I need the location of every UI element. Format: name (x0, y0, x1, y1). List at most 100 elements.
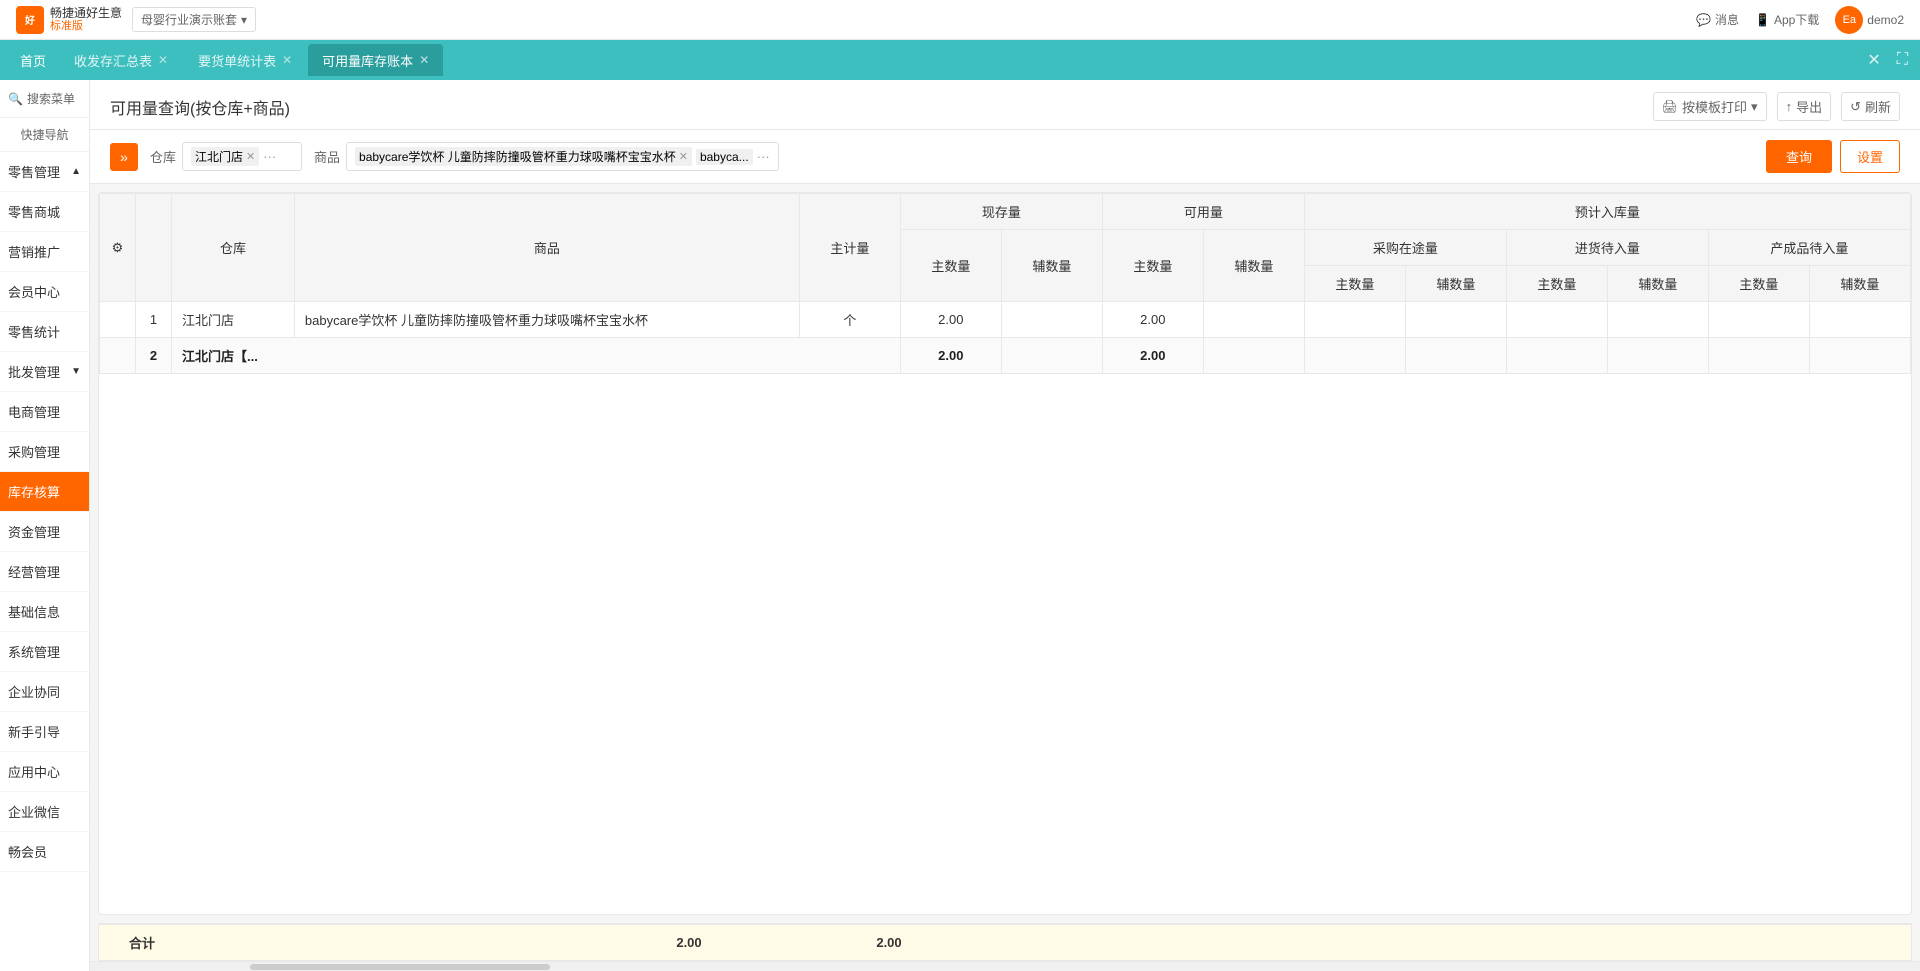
warehouse-filter: 仓库 江北门店 ✕ ··· (150, 142, 302, 171)
avatar: Ea (1835, 6, 1863, 34)
td-gear (100, 302, 136, 338)
th-unit: 主计量 (799, 194, 900, 302)
th-stock: 现存量 (900, 194, 1102, 230)
th-stock-aux: 辅数量 (1001, 230, 1102, 302)
logo-text: 畅捷通好生意 标准版 (50, 6, 122, 34)
group-td-avail-main: 2.00 (1102, 338, 1203, 374)
group-td-no: 2 (136, 338, 172, 374)
group-td-incoming-main (1506, 338, 1607, 374)
tab-close-icon[interactable]: ✕ (419, 53, 429, 67)
chevron-down-icon: ▾ (1751, 99, 1758, 115)
th-incoming: 进货待入量 (1506, 230, 1708, 266)
product-tag-close-1[interactable]: ✕ (679, 150, 688, 163)
export-button[interactable]: ↑ 导出 (1777, 92, 1832, 121)
sidebar-item-retail-store[interactable]: 零售商城 (0, 192, 89, 232)
th-incoming-aux: 辅数量 (1607, 266, 1708, 302)
th-stock-main: 主数量 (900, 230, 1001, 302)
tab-close-icon[interactable]: ✕ (158, 53, 168, 67)
gear-icon[interactable]: ⚙ (112, 240, 124, 255)
user-profile[interactable]: Ea demo2 (1835, 6, 1904, 34)
group-row: 2 江北门店【... 2.00 2.00 (100, 338, 1911, 374)
message-button[interactable]: 💬 消息 (1696, 11, 1739, 28)
app-download-button[interactable]: 📱 App下载 (1755, 11, 1819, 28)
th-purchase: 采购在途量 (1304, 230, 1506, 266)
sidebar-item-app-center[interactable]: 应用中心 (0, 752, 89, 792)
th-production-aux: 辅数量 (1809, 266, 1910, 302)
sidebar-item-enterprise[interactable]: 企业协同 (0, 672, 89, 712)
tab-receive-pay[interactable]: 收发存汇总表 ✕ (60, 44, 182, 76)
th-production-main: 主数量 (1708, 266, 1809, 302)
refresh-icon: ↺ (1850, 99, 1861, 115)
search-menu[interactable]: 🔍 搜索菜单 (0, 80, 89, 118)
print-button[interactable]: 🖨 按模板打印 ▾ (1653, 92, 1767, 121)
table-footer: 合计 2.00 2.00 (98, 923, 1912, 961)
product-filter: 商品 babycare学饮杯 儿童防摔防撞吸管杯重力球吸嘴杯宝宝水杯 ✕ bab… (314, 142, 779, 171)
data-table-wrap: ⚙ 仓库 商品 主计量 现存量 可用量 预计入库量 主数量 辅数量 主数量 (98, 192, 1912, 915)
sidebar-item-inventory[interactable]: 库存核算 (0, 472, 89, 512)
warehouse-tag-close[interactable]: ✕ (246, 150, 255, 163)
sidebar-item-newbie[interactable]: 新手引导 (0, 712, 89, 752)
td-incoming-aux (1607, 302, 1708, 338)
sidebar-item-basic-info[interactable]: 基础信息 (0, 592, 89, 632)
tab-home[interactable]: 首页 (8, 44, 58, 76)
th-no (136, 194, 172, 302)
query-button[interactable]: 查询 (1766, 140, 1832, 173)
product-input[interactable]: babycare学饮杯 儿童防摔防撞吸管杯重力球吸嘴杯宝宝水杯 ✕ babyca… (346, 142, 779, 171)
sidebar-item-ecommerce[interactable]: 电商管理 (0, 392, 89, 432)
td-incoming-main (1506, 302, 1607, 338)
warehouse-input[interactable]: 江北门店 ✕ ··· (182, 142, 302, 171)
th-avail-main: 主数量 (1102, 230, 1203, 302)
sidebar-item-vip[interactable]: 畅会员 (0, 832, 89, 872)
sidebar-item-retail-mgmt[interactable]: 零售管理 (0, 152, 89, 192)
group-td-purchase-aux (1405, 338, 1506, 374)
top-bar-right: 💬 消息 📱 App下载 Ea demo2 (1696, 6, 1904, 34)
message-icon: 💬 (1696, 13, 1711, 27)
page-actions: 🖨 按模板打印 ▾ ↑ 导出 ↺ 刷新 (1653, 92, 1901, 121)
sidebar-item-retail-stats[interactable]: 零售统计 (0, 312, 89, 352)
refresh-button[interactable]: ↺ 刷新 (1841, 92, 1900, 121)
th-avail-aux: 辅数量 (1203, 230, 1304, 302)
th-purchase-main: 主数量 (1304, 266, 1405, 302)
group-td-avail-aux (1203, 338, 1304, 374)
tab-available-ledger[interactable]: 可用量库存账本 ✕ (308, 44, 443, 76)
table-row: 1 江北门店 babycare学饮杯 儿童防摔防撞吸管杯重力球吸嘴杯宝宝水杯 个… (100, 302, 1911, 338)
tab-requisition[interactable]: 要货单统计表 ✕ (184, 44, 306, 76)
tab-bar-actions: ✕ ⛶ (1863, 46, 1912, 74)
footer-label: 合计 (119, 933, 279, 952)
scrollbar-thumb[interactable] (250, 964, 550, 970)
td-stock-aux (1001, 302, 1102, 338)
group-td-stock-aux (1001, 338, 1102, 374)
td-stock-main: 2.00 (900, 302, 1001, 338)
settings-button[interactable]: 设置 (1840, 140, 1900, 173)
sidebar-item-wholesale[interactable]: 批发管理 (0, 352, 89, 392)
sidebar-item-finance[interactable]: 资金管理 (0, 512, 89, 552)
quick-nav[interactable]: 快捷导航 (0, 118, 89, 152)
industry-select[interactable]: 母婴行业演示账套 ▾ (132, 7, 256, 32)
sidebar-item-system[interactable]: 系统管理 (0, 632, 89, 672)
horizontal-scrollbar[interactable] (90, 961, 1920, 971)
filter-toggle-button[interactable]: » (110, 143, 138, 171)
group-td-production-main (1708, 338, 1809, 374)
close-window-button[interactable]: ✕ (1863, 46, 1884, 74)
td-product: babycare学饮杯 儿童防摔防撞吸管杯重力球吸嘴杯宝宝水杯 (294, 302, 799, 338)
sidebar-item-wechat-biz[interactable]: 企业微信 (0, 792, 89, 832)
group-td-production-aux (1809, 338, 1910, 374)
td-no: 1 (136, 302, 172, 338)
product-tag-2: babyca... (696, 149, 753, 165)
td-purchase-main (1304, 302, 1405, 338)
sidebar-item-purchase[interactable]: 采购管理 (0, 432, 89, 472)
maximize-button[interactable]: ⛶ (1893, 47, 1912, 73)
product-tag-1: babycare学饮杯 儿童防摔防撞吸管杯重力球吸嘴杯宝宝水杯 ✕ (355, 147, 692, 166)
th-planned: 预计入库量 (1304, 194, 1910, 230)
sidebar: 🔍 搜索菜单 快捷导航 零售管理 零售商城 营销推广 会员中心 零售统计 批发管… (0, 80, 90, 971)
sidebar-item-operations[interactable]: 经营管理 (0, 552, 89, 592)
th-gear[interactable]: ⚙ (100, 194, 136, 302)
footer-avail-main: 2.00 (839, 935, 939, 950)
top-bar-left: 好 畅捷通好生意 标准版 母婴行业演示账套 ▾ (16, 6, 256, 34)
sidebar-item-member[interactable]: 会员中心 (0, 272, 89, 312)
sidebar-item-marketing[interactable]: 营销推广 (0, 232, 89, 272)
tab-close-icon[interactable]: ✕ (282, 53, 292, 67)
logo-icon: 好 (16, 6, 44, 34)
content-area: 可用量查询(按仓库+商品) 🖨 按模板打印 ▾ ↑ 导出 ↺ 刷新 (90, 80, 1920, 971)
data-table: ⚙ 仓库 商品 主计量 现存量 可用量 预计入库量 主数量 辅数量 主数量 (99, 193, 1911, 374)
